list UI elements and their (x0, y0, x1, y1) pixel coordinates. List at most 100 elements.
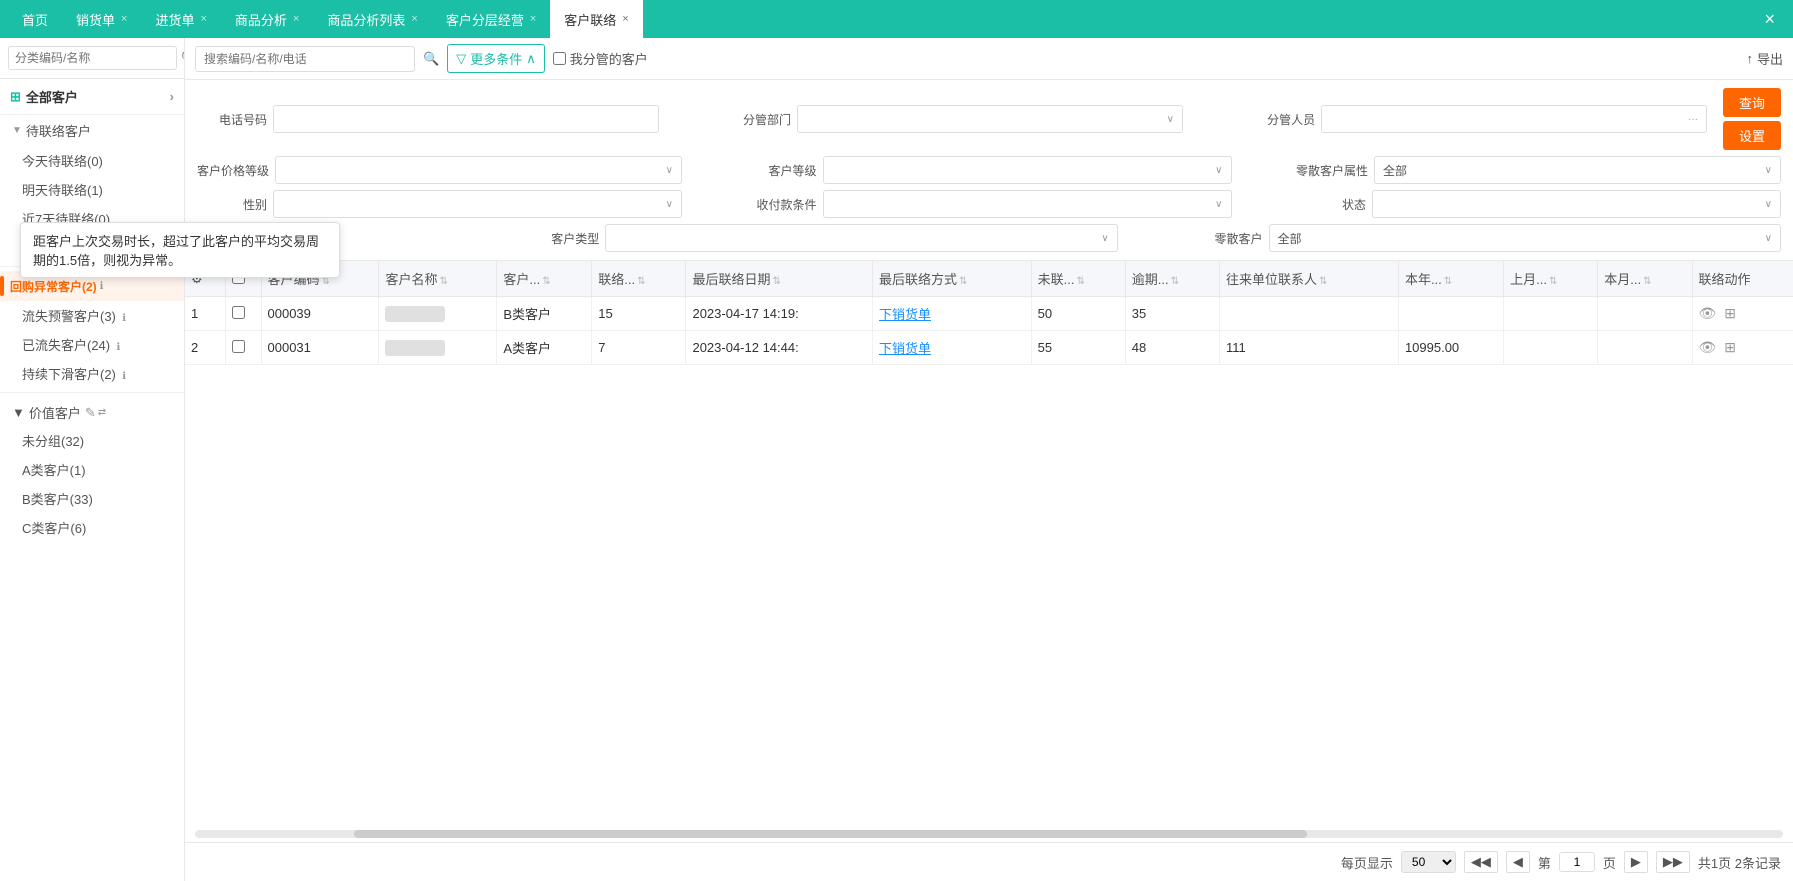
sidebar-item-class-c[interactable]: C类客户(6) (0, 513, 184, 542)
sort-icon-method[interactable]: ⇅ (959, 276, 967, 287)
sidebar-item-churn-warning[interactable]: 流失预警客户(3) ℹ (0, 301, 184, 330)
customer-level-select[interactable]: ∨ (823, 156, 1232, 184)
phone-select[interactable] (273, 105, 659, 133)
top-nav: 首页 销货单 × 进货单 × 商品分析 × 商品分析列表 × 客户分层经营 × … (0, 0, 1793, 38)
more-conditions-button[interactable]: ▽ 更多条件 ∧ (447, 44, 545, 73)
last-page-button[interactable]: ▶▶ (1656, 851, 1690, 873)
per-page-select[interactable]: 50 20 100 (1401, 851, 1456, 873)
phone-label: 电话号码 (197, 111, 267, 128)
filter-row-4: ... 客户类型 ∨ 零散客户 全部 ∨ (197, 224, 1781, 252)
gender-select[interactable]: ∨ (273, 190, 682, 218)
close-customer-seg-icon[interactable]: × (530, 13, 536, 25)
retail-customer-select[interactable]: 全部 ∨ (1269, 224, 1781, 252)
sort-icon-count[interactable]: ⇅ (637, 276, 645, 287)
info-icon-declining: ℹ (122, 371, 126, 382)
close-purchase-icon[interactable]: × (200, 13, 206, 25)
nav-customer-contact[interactable]: 客户联络 × (550, 0, 642, 38)
sort-icon-unit[interactable]: ⇅ (1319, 276, 1327, 287)
query-button[interactable]: 查询 (1723, 88, 1781, 117)
my-customers-input[interactable] (553, 52, 566, 65)
price-level-label: 客户价格等级 (197, 162, 269, 179)
customer-type-select[interactable]: ∨ (605, 224, 1117, 252)
settings-button[interactable]: 设置 (1723, 121, 1781, 150)
page-input[interactable] (1559, 852, 1595, 872)
customer-level-field: 客户等级 ∨ (747, 156, 1232, 184)
pending-contact-group[interactable]: ▼ 待联络客户 (0, 115, 184, 146)
filter-search-input[interactable] (195, 46, 415, 72)
sidebar-item-class-b[interactable]: B类客户(33) (0, 484, 184, 513)
all-customers-header[interactable]: ⊞ 全部客户 › (0, 79, 184, 115)
sidebar-item-class-a[interactable]: A类客户(1) (0, 455, 184, 484)
nav-home[interactable]: 首页 (8, 0, 62, 38)
row2-actions: 👁 ⊞ (1692, 331, 1793, 365)
department-select[interactable]: ∨ (797, 105, 1183, 133)
sidebar-search-input[interactable] (8, 46, 177, 70)
retail-attr-arrow: ∨ (1765, 165, 1772, 176)
row2-method[interactable]: 下销货单 (873, 331, 1032, 365)
sidebar-item-churned[interactable]: 已流失客户(24) ℹ (0, 330, 184, 359)
row2-name (379, 331, 497, 365)
row2-view-icon[interactable]: 👁 (1699, 339, 1717, 356)
close-product-list-icon[interactable]: × (411, 13, 417, 25)
info-tooltip: 距客户上次交易时长，超过了此客户的平均交易周期的1.5倍，则视为异常。 (20, 222, 340, 278)
sort-icon-name[interactable]: ⇅ (439, 276, 447, 287)
scroll-thumb[interactable] (354, 830, 1307, 838)
table-row: 2 000031 A类客户 7 2023-04-12 14:44: 下销货单 5… (185, 331, 1793, 365)
export-icon: ↑ (1746, 51, 1753, 66)
sort-icon-year[interactable]: ⇅ (1444, 276, 1452, 287)
retail-attr-select[interactable]: 全部 ∨ (1374, 156, 1781, 184)
sort-icon-lastmonth[interactable]: ⇅ (1549, 276, 1557, 287)
sort-icon-uncontact[interactable]: ⇅ (1076, 276, 1084, 287)
price-level-select[interactable]: ∨ (275, 156, 682, 184)
level-select-arrow: ∨ (1215, 165, 1222, 176)
edit-icon[interactable]: ✎ (85, 405, 96, 421)
filter-search-icon[interactable]: 🔍 (423, 51, 439, 67)
value-customer-group[interactable]: ▼ 价值客户 ✎ ⇄ (0, 397, 184, 426)
row2-check[interactable] (232, 340, 245, 353)
nav-sales[interactable]: 销货单 × (62, 0, 141, 38)
row1-count: 15 (592, 297, 686, 331)
first-page-button[interactable]: ◀◀ (1464, 851, 1498, 873)
row2-more-icon[interactable]: ⊞ (1724, 339, 1736, 356)
row1-uncontacted: 50 (1031, 297, 1125, 331)
close-product-analysis-icon[interactable]: × (293, 13, 299, 25)
row2-checkbox[interactable] (225, 331, 261, 365)
sort-icon-month[interactable]: ⇅ (1643, 276, 1651, 287)
payment-select-arrow: ∨ (1215, 199, 1222, 210)
nav-product-analysis[interactable]: 商品分析 × (221, 0, 313, 38)
manager-select[interactable]: ··· (1321, 105, 1707, 133)
sidebar-collapse-icon[interactable]: › (170, 89, 174, 104)
col-last-contact-method: 最后联络方式⇅ (873, 261, 1032, 297)
close-sales-icon[interactable]: × (121, 13, 127, 25)
prev-page-button[interactable]: ◀ (1506, 851, 1530, 873)
page-label: 第 (1538, 853, 1551, 872)
sort-icon-overdue[interactable]: ⇅ (1171, 276, 1179, 287)
row1-check[interactable] (232, 306, 245, 319)
close-customer-contact-icon[interactable]: × (622, 13, 628, 25)
sort-icon-date[interactable]: ⇅ (772, 276, 780, 287)
horizontal-scrollbar[interactable] (195, 830, 1783, 838)
export-button[interactable]: ↑ 导出 (1746, 49, 1783, 68)
nav-purchase[interactable]: 进货单 × (141, 0, 220, 38)
nav-customer-segmentation[interactable]: 客户分层经营 × (432, 0, 550, 38)
status-label: 状态 (1296, 196, 1366, 213)
sidebar-item-today[interactable]: 今天待联络(0) (0, 146, 184, 175)
sidebar-item-tomorrow[interactable]: 明天待联络(1) (0, 175, 184, 204)
status-select[interactable]: ∨ (1372, 190, 1781, 218)
move-icon[interactable]: ⇄ (98, 407, 106, 418)
window-close-icon[interactable]: × (1754, 9, 1785, 30)
payment-select[interactable]: ∨ (823, 190, 1232, 218)
sort-icon-type[interactable]: ⇅ (542, 276, 550, 287)
nav-product-analysis-list[interactable]: 商品分析列表 × (313, 0, 431, 38)
row1-method[interactable]: 下销货单 (873, 297, 1032, 331)
row1-more-icon[interactable]: ⊞ (1724, 305, 1736, 322)
sidebar-item-declining[interactable]: 持续下滑客户(2) ℹ (0, 359, 184, 388)
sidebar-item-ungrouped[interactable]: 未分组(32) (0, 426, 184, 455)
row1-view-icon[interactable]: 👁 (1699, 305, 1717, 322)
table-row: 1 000039 B类客户 15 2023-04-17 14:19: 下销货单 … (185, 297, 1793, 331)
next-page-button[interactable]: ▶ (1624, 851, 1648, 873)
total-records: 共1页 2条记录 (1698, 853, 1781, 872)
row1-checkbox[interactable] (225, 297, 261, 331)
my-customers-checkbox[interactable]: 我分管的客户 (553, 49, 648, 68)
row1-index: 1 (185, 297, 225, 331)
